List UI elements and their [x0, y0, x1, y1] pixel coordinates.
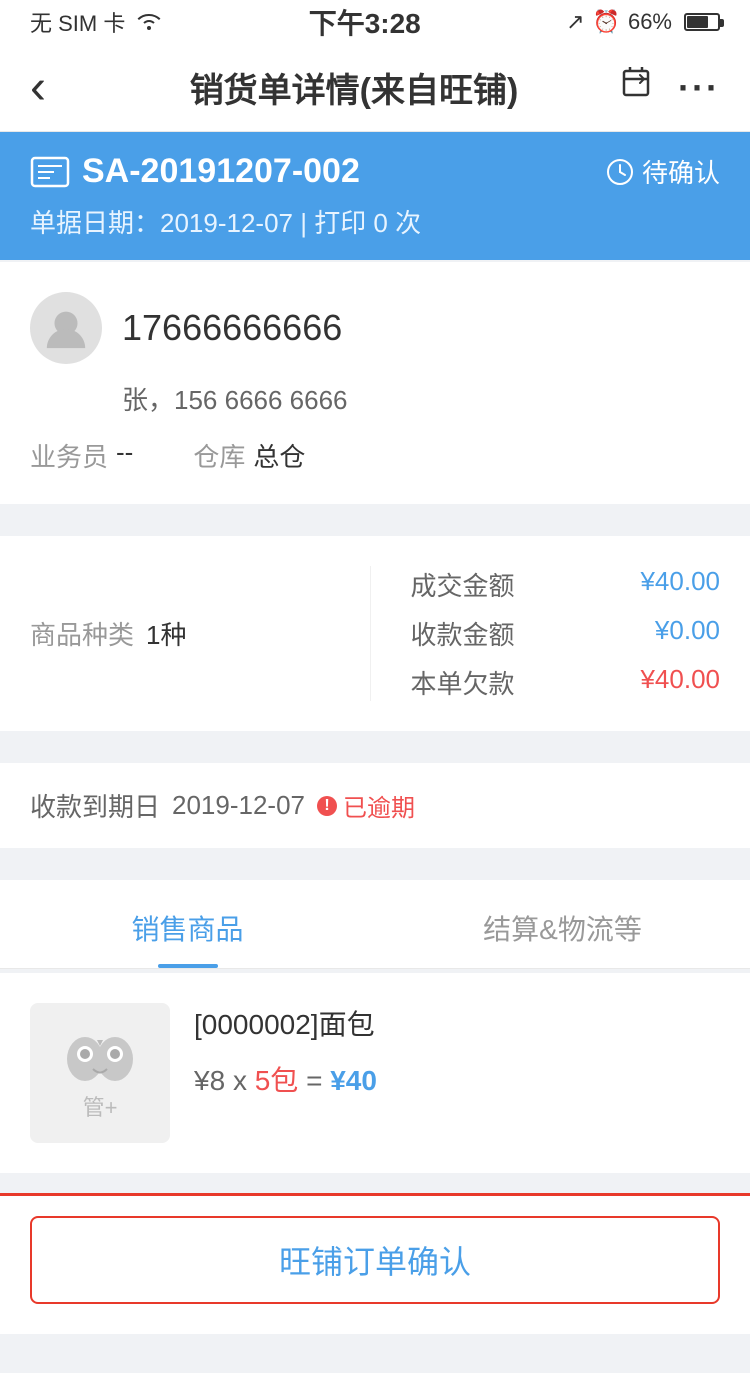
alarm-icon: ⏰ — [593, 9, 620, 35]
warehouse-label: 仓库 — [193, 437, 245, 474]
due-row: 本单欠款 ¥40.00 — [411, 664, 721, 701]
category-label: 商品种类 — [30, 615, 134, 652]
tab-products[interactable]: 销售商品 — [0, 880, 375, 968]
category-value: 1种 — [146, 615, 186, 652]
status-bar: 无 SIM 卡 下午3:28 ↗ ⏰ 66% — [0, 0, 750, 44]
customer-phone: 17666666666 — [122, 307, 342, 349]
confirm-button[interactable]: 旺铺订单确认 — [30, 1216, 720, 1304]
warehouse-value: 总仓 — [253, 437, 305, 474]
customer-name: 张，156 6666 6666 — [30, 380, 720, 417]
divider-1 — [0, 504, 750, 520]
clock-icon — [606, 158, 634, 186]
battery-percent: 66% — [628, 9, 672, 35]
price-qty: 5包 — [255, 1065, 299, 1096]
transaction-row: 成交金额 ¥40.00 — [411, 566, 721, 603]
share-icon[interactable] — [618, 65, 654, 110]
stats-right: 成交金额 ¥40.00 收款金额 ¥0.00 本单欠款 ¥40.00 — [371, 566, 721, 701]
status-time: 下午3:28 — [309, 2, 421, 42]
order-number: SA-20191207-002 — [30, 152, 360, 191]
gps-icon: ↗ — [566, 9, 584, 35]
order-status: 待确认 — [606, 153, 720, 190]
due-date-section: 收款到期日 2019-12-07 ! 已逾期 — [0, 763, 750, 848]
nav-actions: ··· — [618, 65, 720, 110]
order-icon — [30, 154, 70, 190]
order-header-card: SA-20191207-002 待确认 单据日期：2019-12-07 | 打印… — [0, 132, 750, 260]
warehouse-item: 仓库 总仓 — [193, 437, 305, 474]
battery-icon — [684, 13, 720, 31]
customer-row: 17666666666 — [30, 292, 720, 364]
divider-4 — [0, 969, 750, 971]
status-left: 无 SIM 卡 — [30, 6, 163, 38]
transaction-value: ¥40.00 — [640, 566, 720, 603]
brand-logo-icon — [55, 1024, 145, 1094]
due-date-label: 收款到期日 — [30, 787, 160, 824]
salesperson-label: 业务员 — [30, 437, 108, 474]
due-date-value: 2019-12-07 — [172, 790, 305, 821]
transaction-label: 成交金额 — [411, 566, 515, 603]
avatar — [30, 292, 102, 364]
due-value: ¥40.00 — [640, 664, 720, 701]
product-name: [0000002]面包 — [194, 1003, 720, 1043]
tabs-section: 销售商品 结算&物流等 — [0, 880, 750, 969]
back-button[interactable]: ‹ — [30, 60, 90, 115]
product-thumbnail: 管+ — [30, 1003, 170, 1143]
overdue-dot-icon: ! — [317, 796, 337, 816]
sim-label: 无 SIM 卡 — [30, 6, 125, 38]
product-item: 管+ [0000002]面包 ¥8 x 5包 = ¥40 — [30, 1003, 720, 1143]
price-equals: = — [306, 1065, 330, 1096]
product-info: [0000002]面包 ¥8 x 5包 = ¥40 — [194, 1003, 720, 1099]
header-top: SA-20191207-002 待确认 — [30, 152, 720, 191]
collected-value: ¥0.00 — [655, 615, 720, 652]
product-thumb-inner: 管+ — [55, 1024, 145, 1122]
tab-settlement[interactable]: 结算&物流等 — [375, 880, 750, 968]
salesperson-value: -- — [116, 437, 133, 474]
salesperson-item: 业务员 -- — [30, 437, 133, 474]
nav-bar: ‹ 销货单详情(来自旺铺) ··· — [0, 44, 750, 132]
divider-3 — [0, 848, 750, 864]
due-label: 本单欠款 — [411, 664, 515, 701]
customer-meta: 业务员 -- 仓库 总仓 — [30, 437, 720, 474]
more-icon[interactable]: ··· — [678, 67, 720, 109]
collected-row: 收款金额 ¥0.00 — [411, 615, 721, 652]
status-right: ↗ ⏰ 66% — [566, 9, 720, 35]
wifi-icon — [135, 8, 163, 36]
product-section: 管+ [0000002]面包 ¥8 x 5包 = ¥40 — [0, 973, 750, 1173]
product-price: ¥8 x 5包 = ¥40 — [194, 1059, 720, 1099]
stats-left: 商品种类 1种 — [30, 566, 371, 701]
confirm-bar: 旺铺订单确认 — [0, 1193, 750, 1334]
price-total: ¥40 — [330, 1065, 377, 1096]
price-value: ¥8 — [194, 1065, 225, 1096]
order-date: 单据日期：2019-12-07 | 打印 0 次 — [30, 203, 720, 240]
page-title: 销货单详情(来自旺铺) — [190, 63, 519, 112]
collected-label: 收款金额 — [411, 615, 515, 652]
price-separator: x — [233, 1065, 255, 1096]
divider-2 — [0, 731, 750, 747]
overdue-text: 已逾期 — [343, 788, 415, 823]
customer-section: 17666666666 张，156 6666 6666 业务员 -- 仓库 总仓 — [0, 262, 750, 504]
overdue-badge: ! 已逾期 — [317, 788, 415, 823]
stats-section: 商品种类 1种 成交金额 ¥40.00 收款金额 ¥0.00 本单欠款 ¥40.… — [0, 536, 750, 731]
